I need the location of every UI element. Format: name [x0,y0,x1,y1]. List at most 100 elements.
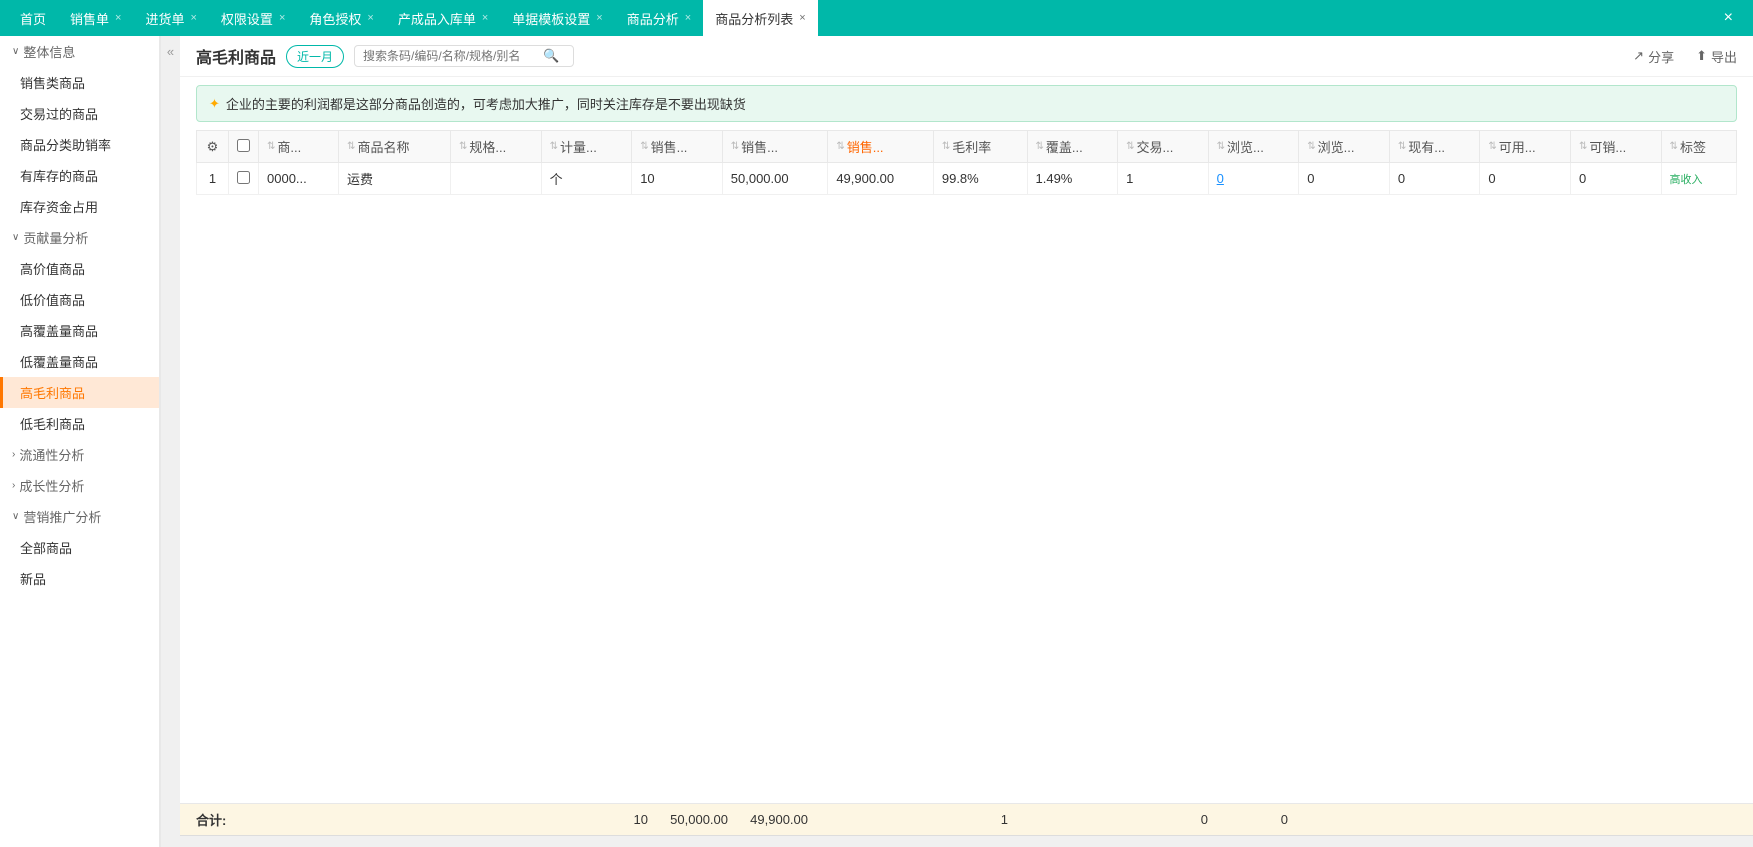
cell-checkbox[interactable] [229,163,259,195]
cell-usable: 0 [1480,163,1571,195]
sidebar-item-high-coverage[interactable]: 高覆盖量商品 [0,315,159,346]
sidebar-group-growth[interactable]: › 成长性分析 [0,470,159,501]
sidebar-item-category-rate[interactable]: 商品分类助销率 [0,129,159,160]
top-navigation: 首页 销售单 × 进货单 × 权限设置 × 角色授权 × 产成品入库单 × 单据… [0,0,1753,36]
nav-sales-order[interactable]: 销售单 × [58,0,133,36]
close-template-icon[interactable]: × [596,12,602,24]
col-settings[interactable]: ⚙ [197,131,229,163]
col-stock[interactable]: ⇅ 现有... [1389,131,1480,163]
sort-icon-stock: ⇅ [1398,141,1406,152]
info-icon: ✦ [209,96,220,112]
sidebar-item-all-goods[interactable]: 全部商品 [0,532,159,563]
horizontal-scrollbar[interactable] [180,835,1753,847]
chevron-right-icon-2: › [12,480,15,491]
cell-sale-qty: 10 [632,163,723,195]
nav-product-stock[interactable]: 产成品入库单 × [386,0,500,36]
sidebar-collapse-button[interactable]: « [160,36,180,847]
nav-template-settings[interactable]: 单据模板设置 × [500,0,614,36]
close-all-button[interactable]: × [1712,9,1745,27]
cell-salable: 0 [1570,163,1661,195]
sort-icon-tx: ⇅ [1126,141,1134,152]
select-all-checkbox[interactable] [237,139,250,152]
col-spec[interactable]: ⇅ 规格... [451,131,542,163]
col-usable[interactable]: ⇅ 可用... [1480,131,1571,163]
sort-icon-tag: ⇅ [1670,141,1678,152]
col-tag[interactable]: ⇅ 标签 [1661,131,1736,163]
page-title: 高毛利商品 [196,44,276,68]
sidebar-item-low-coverage[interactable]: 低覆盖量商品 [0,346,159,377]
close-product-stock-icon[interactable]: × [482,12,488,24]
col-gross-rate[interactable]: ⇅ 毛利率 [933,131,1027,163]
col-tx-count[interactable]: ⇅ 交易... [1118,131,1209,163]
col-view1[interactable]: ⇅ 浏览... [1208,131,1299,163]
footer-label: 合计: [196,810,276,829]
time-filter-button[interactable]: 近一月 [286,45,344,68]
chevron-down-icon: ∨ [12,46,19,57]
close-product-analysis-list-icon[interactable]: × [799,12,805,24]
footer-usable: 0 [1216,812,1296,827]
cell-spec [451,163,542,195]
col-salable[interactable]: ⇅ 可销... [1570,131,1661,163]
close-permission-icon[interactable]: × [279,12,285,24]
cell-unit: 个 [541,163,632,195]
sidebar-item-stock-capital[interactable]: 库存资金占用 [0,191,159,222]
sidebar-item-low-value[interactable]: 低价值商品 [0,284,159,315]
sort-icon-sale-qty: ⇅ [640,141,648,152]
footer-stock: 0 [1136,812,1216,827]
col-sale-profit[interactable]: ⇅ 销售... [828,131,934,163]
cell-coverage: 1.49% [1027,163,1118,195]
col-code[interactable]: ⇅ 商... [259,131,339,163]
close-purchase-order-icon[interactable]: × [190,12,196,24]
search-wrapper: 🔍 [354,45,574,67]
col-sale-amt[interactable]: ⇅ 销售... [722,131,828,163]
sidebar-group-contribution[interactable]: ∨ 贡献量分析 [0,222,159,253]
sidebar-item-new-goods[interactable]: 新品 [0,563,159,594]
sidebar-item-sales-goods[interactable]: 销售类商品 [0,67,159,98]
close-product-analysis-icon[interactable]: × [685,12,691,24]
cell-name: 运费 [339,163,451,195]
sidebar: ∨ 整体信息 销售类商品 交易过的商品 商品分类助销率 有库存的商品 库存资金占… [0,36,160,847]
search-icon[interactable]: 🔍 [543,48,559,64]
cell-seq: 1 [197,163,229,195]
cell-sale-profit: 49,900.00 [828,163,934,195]
tag-badge: 高收入 [1670,174,1703,186]
sidebar-group-circulation[interactable]: › 流通性分析 [0,439,159,470]
nav-permission-settings[interactable]: 权限设置 × [209,0,297,36]
sidebar-group-marketing[interactable]: ∨ 营销推广分析 [0,501,159,532]
nav-home[interactable]: 首页 [8,0,58,36]
col-unit[interactable]: ⇅ 计量... [541,131,632,163]
nav-purchase-order[interactable]: 进货单 × [133,0,208,36]
col-checkbox[interactable] [229,131,259,163]
search-input[interactable] [363,49,543,63]
nav-product-analysis-list[interactable]: 商品分析列表 × [703,0,817,36]
info-banner: ✦ 企业的主要的利润都是这部分商品创造的，可考虑加大推广，同时关注库存是不要出现… [196,85,1737,122]
sort-icon-salable: ⇅ [1579,141,1587,152]
table-header-row: ⚙ ⇅ 商... ⇅ [197,131,1737,163]
footer-sale-qty: 10 [576,812,656,827]
sort-icon-view1: ⇅ [1217,141,1225,152]
cell-sale-amt: 50,000.00 [722,163,828,195]
cell-view1[interactable]: 0 [1208,163,1299,195]
col-name[interactable]: ⇅ 商品名称 [339,131,451,163]
sidebar-item-traded-goods[interactable]: 交易过的商品 [0,98,159,129]
data-table: ⚙ ⇅ 商... ⇅ [196,130,1737,195]
footer-sale-profit: 49,900.00 [736,812,816,827]
nav-product-analysis[interactable]: 商品分析 × [615,0,703,36]
sidebar-item-high-margin[interactable]: 高毛利商品 [0,377,159,408]
close-sales-order-icon[interactable]: × [115,12,121,24]
sidebar-item-stocked-goods[interactable]: 有库存的商品 [0,160,159,191]
main-layout: ∨ 整体信息 销售类商品 交易过的商品 商品分类助销率 有库存的商品 库存资金占… [0,36,1753,847]
content-header: 高毛利商品 近一月 🔍 ↗ 分享 ⬆ 导出 [180,36,1753,77]
sidebar-group-overall[interactable]: ∨ 整体信息 [0,36,159,67]
share-button[interactable]: ↗ 分享 [1633,47,1674,66]
cell-view2: 0 [1299,163,1390,195]
sidebar-item-high-value[interactable]: 高价值商品 [0,253,159,284]
export-button[interactable]: ⬆ 导出 [1696,47,1737,66]
nav-role-auth[interactable]: 角色授权 × [297,0,385,36]
col-sale-qty[interactable]: ⇅ 销售... [632,131,723,163]
col-view2[interactable]: ⇅ 浏览... [1299,131,1390,163]
close-role-auth-icon[interactable]: × [367,12,373,24]
col-coverage[interactable]: ⇅ 覆盖... [1027,131,1118,163]
sidebar-item-low-margin[interactable]: 低毛利商品 [0,408,159,439]
row-checkbox[interactable] [237,171,250,184]
